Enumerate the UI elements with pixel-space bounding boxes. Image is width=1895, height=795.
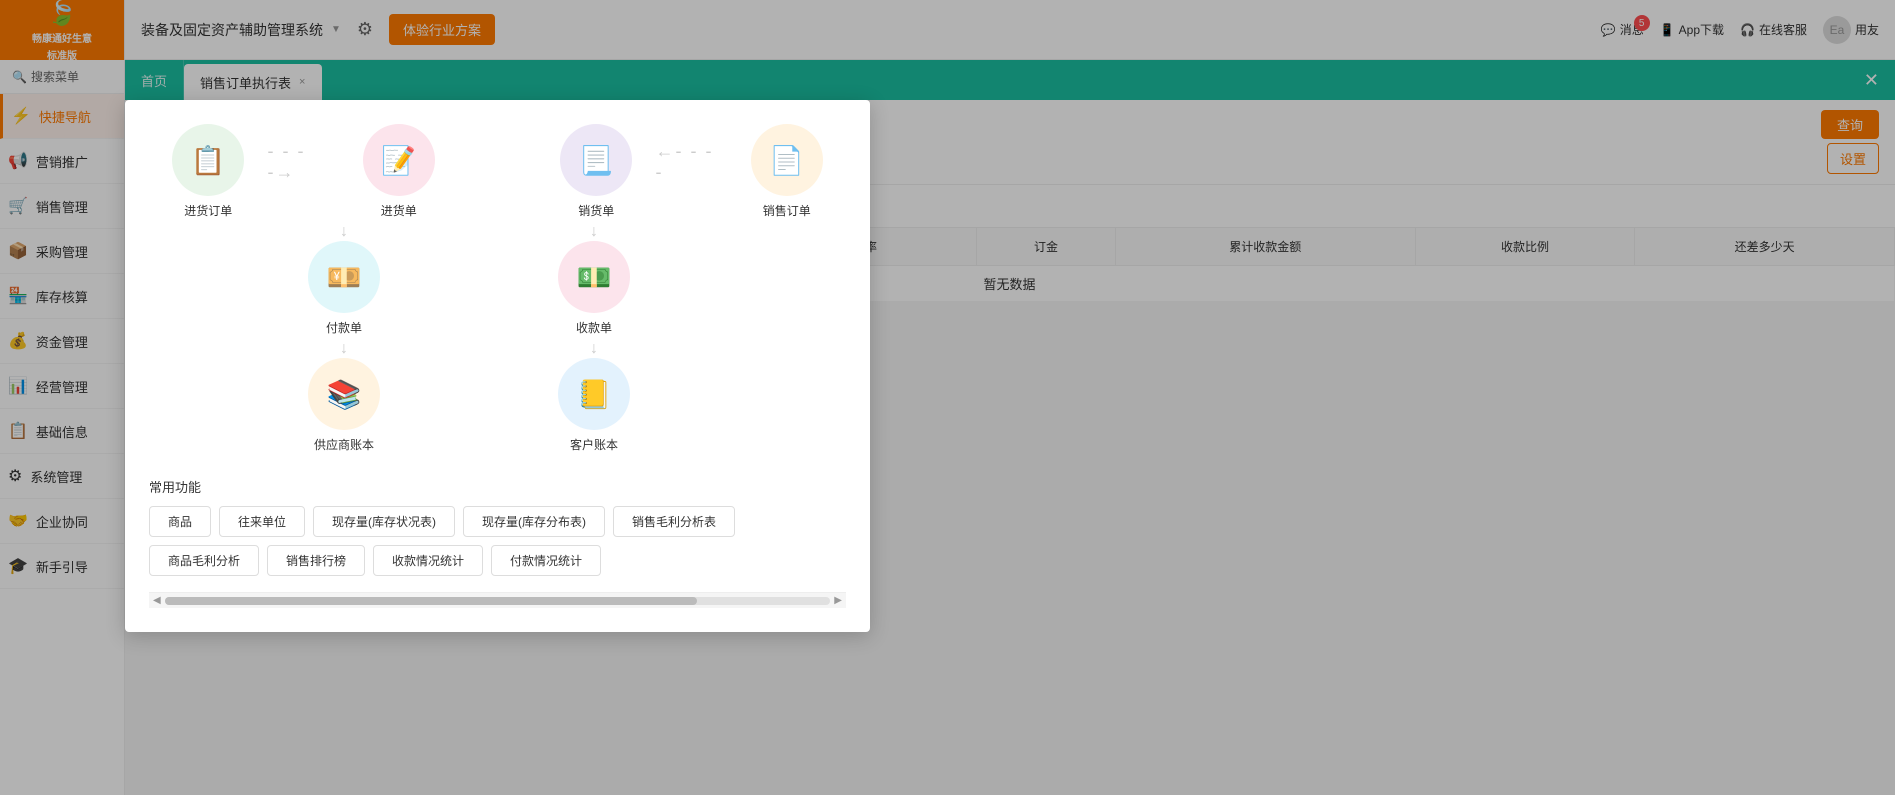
common-btn-往来单位[interactable]: 往来单位	[219, 506, 305, 537]
flow-purchase-bill[interactable]: 📝 进货单	[340, 124, 458, 219]
flow-customer-ledger[interactable]: 📒 客户账本	[534, 358, 654, 453]
common-btn-现存量(库存分布表)[interactable]: 现存量(库存分布表)	[463, 506, 605, 537]
common-title: 常用功能	[149, 477, 846, 496]
common-btn-销售排行榜[interactable]: 销售排行榜	[267, 545, 365, 576]
scroll-bar-area: ◀ ▶	[149, 592, 846, 608]
common-btn-商品毛利分析[interactable]: 商品毛利分析	[149, 545, 259, 576]
down-arrow-receipt: ↓	[590, 223, 598, 241]
flow-purchase-order[interactable]: 📋 进货订单	[149, 124, 267, 219]
purchase-bill-icon: 📝	[363, 124, 435, 196]
flow-right: 📃 销货单 ←- - - - 📄 销售订单	[537, 124, 846, 219]
flow-customer-col: ↓ 📒 客户账本	[519, 340, 669, 453]
common-btn-付款情况统计[interactable]: 付款情况统计	[491, 545, 601, 576]
receipt-bill-label: 收款单	[576, 319, 612, 336]
purchase-bill-label: 进货单	[381, 202, 417, 219]
flow-row-1: 📋 进货订单 - - - -→ 📝 进货单 📃 销货单	[149, 124, 846, 219]
scroll-left-arrow[interactable]: ◀	[153, 595, 161, 606]
payment-bill-label: 付款单	[326, 319, 362, 336]
purchase-order-icon: 📋	[172, 124, 244, 196]
flow-row-3: ↓ 📚 供应商账本 ↓ 📒 客户账本	[149, 340, 846, 453]
down-arrow-supplier: ↓	[340, 340, 348, 358]
flow-diagram: 📋 进货订单 - - - -→ 📝 进货单 📃 销货单	[149, 124, 846, 453]
sales-bill-label: 销货单	[578, 202, 614, 219]
flow-payment-col: ↓ 💴 付款单	[269, 223, 419, 336]
sales-order-icon: 📄	[751, 124, 823, 196]
sales-order-label: 销售订单	[763, 202, 811, 219]
flow-payment-bill[interactable]: 💴 付款单	[284, 241, 404, 336]
scroll-track[interactable]	[165, 597, 831, 605]
flow-receipt-col: ↓ 💵 收款单	[519, 223, 669, 336]
scroll-thumb	[165, 597, 697, 605]
purchase-order-label: 进货订单	[184, 202, 232, 219]
common-buttons: 商品往来单位现存量(库存状况表) 现存量(库存分布表) 销售毛利分析表商品毛利分析销…	[149, 506, 846, 576]
supplier-ledger-label: 供应商账本	[314, 436, 374, 453]
flow-row-2: ↓ 💴 付款单 ↓ 💵 收款单	[149, 223, 846, 336]
common-btn-收款情况统计[interactable]: 收款情况统计	[373, 545, 483, 576]
flow-sales-order[interactable]: 📄 销售订单	[728, 124, 846, 219]
flow-supplier-col: ↓ 📚 供应商账本	[269, 340, 419, 453]
common-functions: 常用功能 商品往来单位现存量(库存状况表)现存量(库存分布表)销售毛利分析表商品…	[149, 477, 846, 576]
sales-bill-icon: 📃	[560, 124, 632, 196]
quick-nav-popup: 📋 进货订单 - - - -→ 📝 进货单 📃 销货单	[125, 100, 870, 632]
scroll-right-arrow[interactable]: ▶	[834, 595, 842, 606]
right-arrow-1: - - - -→	[267, 141, 339, 183]
flow-sales-bill[interactable]: 📃 销货单	[537, 124, 655, 219]
flow-supplier-ledger[interactable]: 📚 供应商账本	[284, 358, 404, 453]
down-arrow-customer: ↓	[590, 340, 598, 358]
common-btn-现存量(库存状况表)[interactable]: 现存量(库存状况表)	[313, 506, 455, 537]
flow-receipt-bill[interactable]: 💵 收款单	[534, 241, 654, 336]
flow-left: 📋 进货订单 - - - -→ 📝 进货单	[149, 124, 458, 219]
payment-bill-icon: 💴	[308, 241, 380, 313]
supplier-ledger-icon: 📚	[308, 358, 380, 430]
popup-overlay[interactable]: 📋 进货订单 - - - -→ 📝 进货单 📃 销货单	[0, 0, 1895, 795]
left-arrow-1: ←- - - -	[655, 141, 727, 183]
receipt-bill-icon: 💵	[558, 241, 630, 313]
customer-ledger-icon: 📒	[558, 358, 630, 430]
customer-ledger-label: 客户账本	[570, 436, 618, 453]
common-btn-商品[interactable]: 商品	[149, 506, 211, 537]
common-btn-销售毛利分析表[interactable]: 销售毛利分析表	[613, 506, 735, 537]
down-arrow-payment: ↓	[340, 223, 348, 241]
